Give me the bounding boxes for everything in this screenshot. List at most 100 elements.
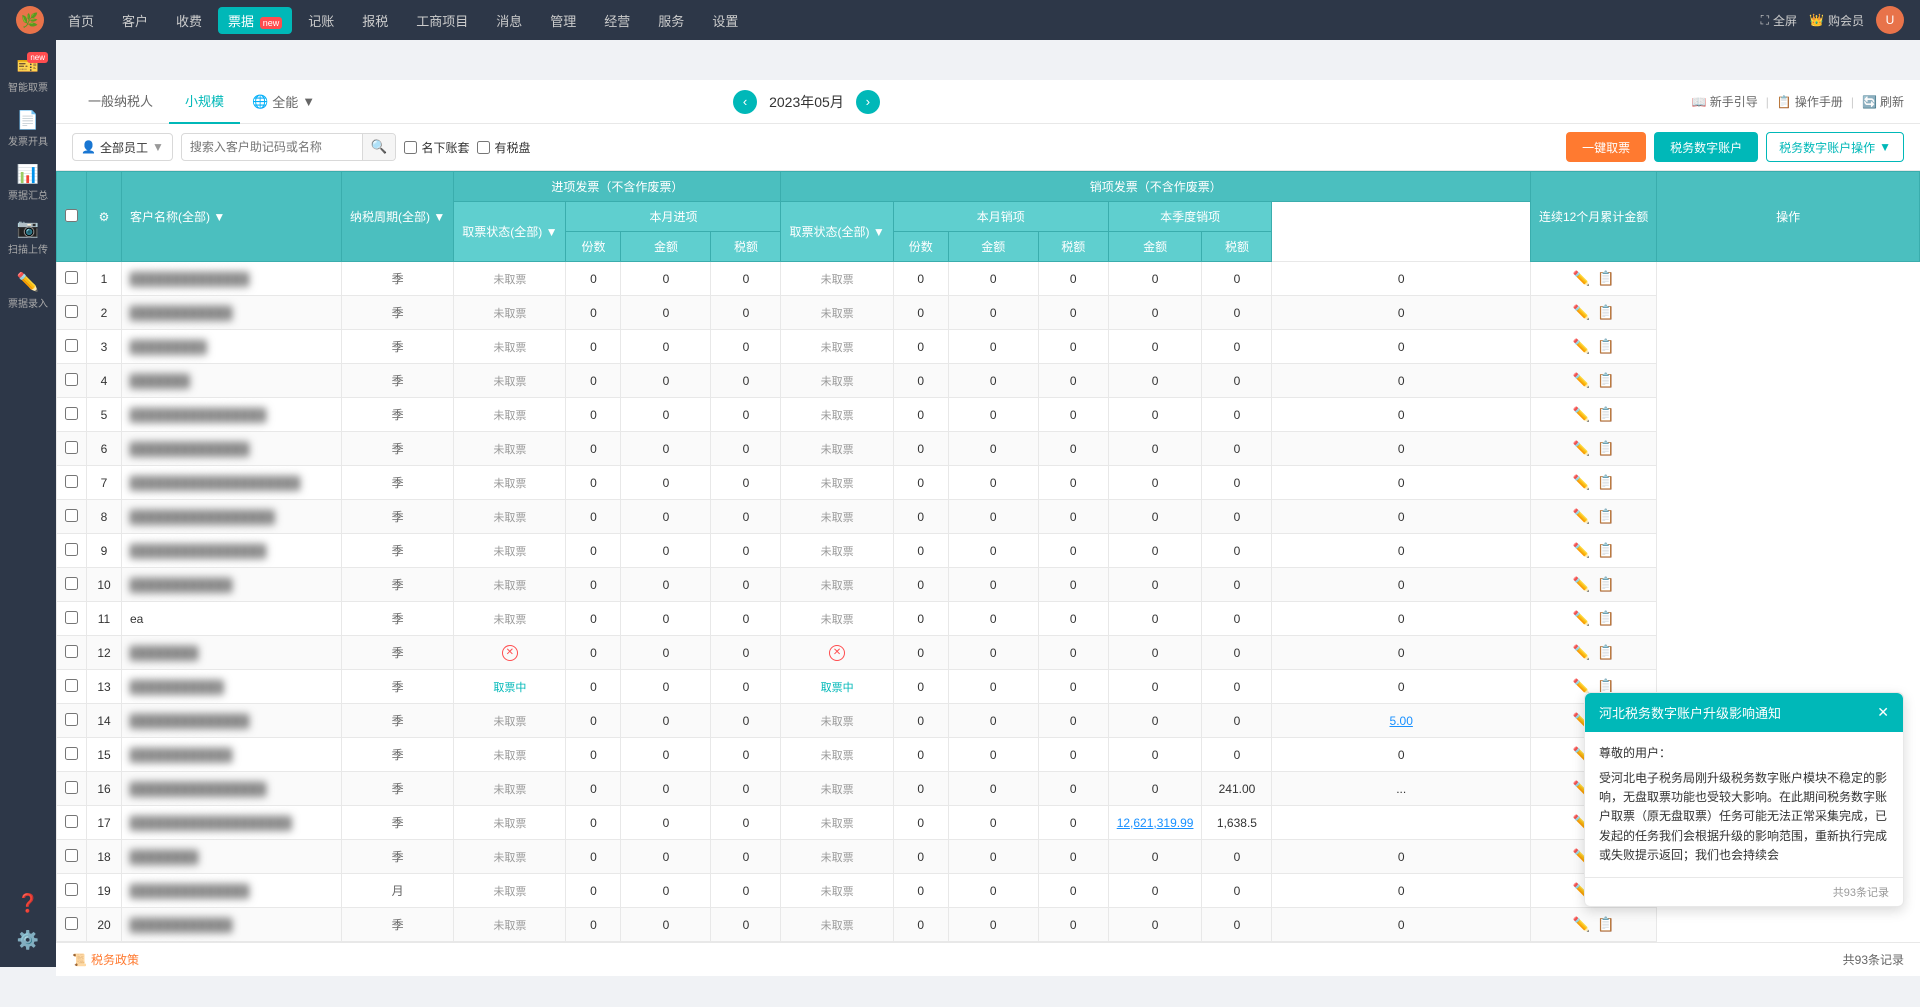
copy-btn[interactable]: 📋	[1595, 438, 1616, 459]
edit-btn[interactable]: ✏️	[1571, 438, 1592, 459]
edit-btn[interactable]: ✏️	[1571, 642, 1592, 663]
edit-btn[interactable]: ✏️	[1571, 472, 1592, 493]
ledger-checkbox[interactable]: 名下账套	[404, 139, 469, 156]
consec-12m-link[interactable]: 5.00	[1390, 714, 1413, 728]
nav-home[interactable]: 首页	[56, 5, 106, 36]
edit-btn[interactable]: ✏️	[1571, 302, 1592, 323]
edit-btn[interactable]: ✏️	[1571, 370, 1592, 391]
row-checkbox[interactable]	[65, 781, 78, 794]
sidebar-item-scan-upload[interactable]: 📷 扫描上传	[0, 210, 56, 264]
edit-btn[interactable]: ✏️	[1571, 506, 1592, 527]
sidebar-item-smart-ticket[interactable]: 🎫 智能取票 new	[0, 48, 56, 102]
row-checkbox[interactable]	[65, 339, 78, 352]
copy-btn[interactable]: 📋	[1595, 642, 1616, 663]
copy-btn[interactable]: 📋	[1595, 574, 1616, 595]
select-all-checkbox[interactable]	[65, 209, 78, 222]
row-checkbox[interactable]	[65, 917, 78, 930]
nav-fee[interactable]: 收费	[164, 5, 214, 36]
row-checkbox[interactable]	[65, 747, 78, 760]
copy-btn[interactable]: 📋	[1595, 506, 1616, 527]
row-checkbox[interactable]	[65, 577, 78, 590]
row-checkbox[interactable]	[65, 441, 78, 454]
tax-disk-checkbox[interactable]: 有税盘	[477, 139, 530, 156]
copy-btn[interactable]: 📋	[1595, 404, 1616, 425]
digital-account-btn[interactable]: 税务数字账户	[1654, 132, 1758, 162]
copy-btn[interactable]: 📋	[1595, 302, 1616, 323]
sidebar-item-invoice-summary[interactable]: 📊 票据汇总	[0, 156, 56, 210]
th-fetch-status-out[interactable]: 取票状态(全部) ▼	[781, 202, 893, 262]
th-fetch-status-in[interactable]: 取票状态(全部) ▼	[454, 202, 566, 262]
row-amount-in-cell: 0	[621, 772, 711, 806]
nav-operation[interactable]: 经营	[592, 5, 642, 36]
nav-tax[interactable]: 报税	[350, 5, 400, 36]
employee-select[interactable]: 👤 全部员工 ▼	[72, 133, 173, 161]
sidebar-item-help[interactable]: ❓	[13, 885, 43, 922]
tax-disk-checkbox-input[interactable]	[477, 141, 490, 154]
search-button[interactable]: 🔍	[362, 134, 396, 160]
nav-ticket[interactable]: 票据 new	[218, 7, 292, 34]
tab-all[interactable]: 🌐 全能 ▼	[240, 80, 327, 123]
row-checkbox[interactable]	[65, 373, 78, 386]
row-checkbox[interactable]	[65, 407, 78, 420]
row-checkbox[interactable]	[65, 679, 78, 692]
edit-btn[interactable]: ✏️	[1571, 574, 1592, 595]
tab-general-taxpayer[interactable]: 一般纳税人	[72, 79, 169, 124]
refresh-btn[interactable]: 🔄 刷新	[1862, 93, 1904, 110]
copy-btn[interactable]: 📋	[1595, 608, 1616, 629]
edit-btn[interactable]: ✏️	[1571, 404, 1592, 425]
row-checkbox[interactable]	[65, 271, 78, 284]
copy-btn[interactable]: 📋	[1595, 540, 1616, 561]
nav-message[interactable]: 消息	[484, 5, 534, 36]
settings-col-icon[interactable]: ⚙	[99, 210, 110, 224]
prev-period-btn[interactable]: ‹	[733, 90, 757, 114]
nav-service[interactable]: 服务	[646, 5, 696, 36]
one-click-btn[interactable]: 一键取票	[1566, 132, 1646, 162]
new-guide-btn[interactable]: 📖 新手引导	[1692, 93, 1758, 110]
copy-btn[interactable]: 📋	[1595, 914, 1616, 935]
edit-btn[interactable]: ✏️	[1571, 268, 1592, 289]
sidebar-item-invoice-entry[interactable]: ✏️ 票据录入	[0, 264, 56, 318]
next-period-btn[interactable]: ›	[856, 90, 880, 114]
tax-period-filter-icon: ▼	[433, 210, 445, 224]
sidebar-item-invoice-open[interactable]: 📄 发票开具	[0, 102, 56, 156]
row-checkbox[interactable]	[65, 509, 78, 522]
row-checkbox[interactable]	[65, 543, 78, 556]
nav-bookkeeping[interactable]: 记账	[296, 5, 346, 36]
tab-small-scale[interactable]: 小规模	[169, 79, 240, 124]
tax-policy-link[interactable]: 📜 税务政策	[72, 951, 139, 968]
edit-btn[interactable]: ✏️	[1571, 608, 1592, 629]
row-checkbox[interactable]	[65, 305, 78, 318]
nav-manage[interactable]: 管理	[538, 5, 588, 36]
row-checkbox[interactable]	[65, 849, 78, 862]
th-client-name[interactable]: 客户名称(全部) ▼	[122, 172, 342, 262]
nav-client[interactable]: 客户	[110, 5, 160, 36]
row-checkbox[interactable]	[65, 883, 78, 896]
edit-btn[interactable]: ✏️	[1571, 336, 1592, 357]
row-tax-out-cell: 0	[1038, 262, 1108, 296]
row-checkbox[interactable]	[65, 475, 78, 488]
row-checkbox[interactable]	[65, 713, 78, 726]
edit-btn[interactable]: ✏️	[1571, 540, 1592, 561]
th-tax-period[interactable]: 纳税周期(全部) ▼	[342, 172, 454, 262]
search-input[interactable]	[182, 136, 362, 158]
digital-account-ops-btn[interactable]: 税务数字账户操作 ▼	[1766, 132, 1904, 162]
fullscreen-btn[interactable]: ⛶ 全屏	[1761, 12, 1797, 29]
member-btn[interactable]: 👑 购会员	[1809, 12, 1864, 29]
copy-btn[interactable]: 📋	[1595, 370, 1616, 391]
row-checkbox[interactable]	[65, 645, 78, 658]
copy-btn[interactable]: 📋	[1595, 268, 1616, 289]
row-amount-in-cell: 0	[621, 364, 711, 398]
row-checkbox[interactable]	[65, 815, 78, 828]
nav-business[interactable]: 工商项目	[404, 5, 480, 36]
copy-btn[interactable]: 📋	[1595, 472, 1616, 493]
quarter-amount-link[interactable]: 12,621,319.99	[1117, 816, 1194, 830]
sidebar-item-settings[interactable]: ⚙️	[13, 922, 43, 959]
edit-btn[interactable]: ✏️	[1571, 914, 1592, 935]
manual-btn[interactable]: 📋 操作手册	[1777, 93, 1843, 110]
notification-close-btn[interactable]: ✕	[1877, 704, 1889, 721]
nav-settings[interactable]: 设置	[700, 5, 750, 36]
ledger-checkbox-input[interactable]	[404, 141, 417, 154]
row-checkbox[interactable]	[65, 611, 78, 624]
user-avatar[interactable]: U	[1876, 6, 1904, 34]
copy-btn[interactable]: 📋	[1595, 336, 1616, 357]
